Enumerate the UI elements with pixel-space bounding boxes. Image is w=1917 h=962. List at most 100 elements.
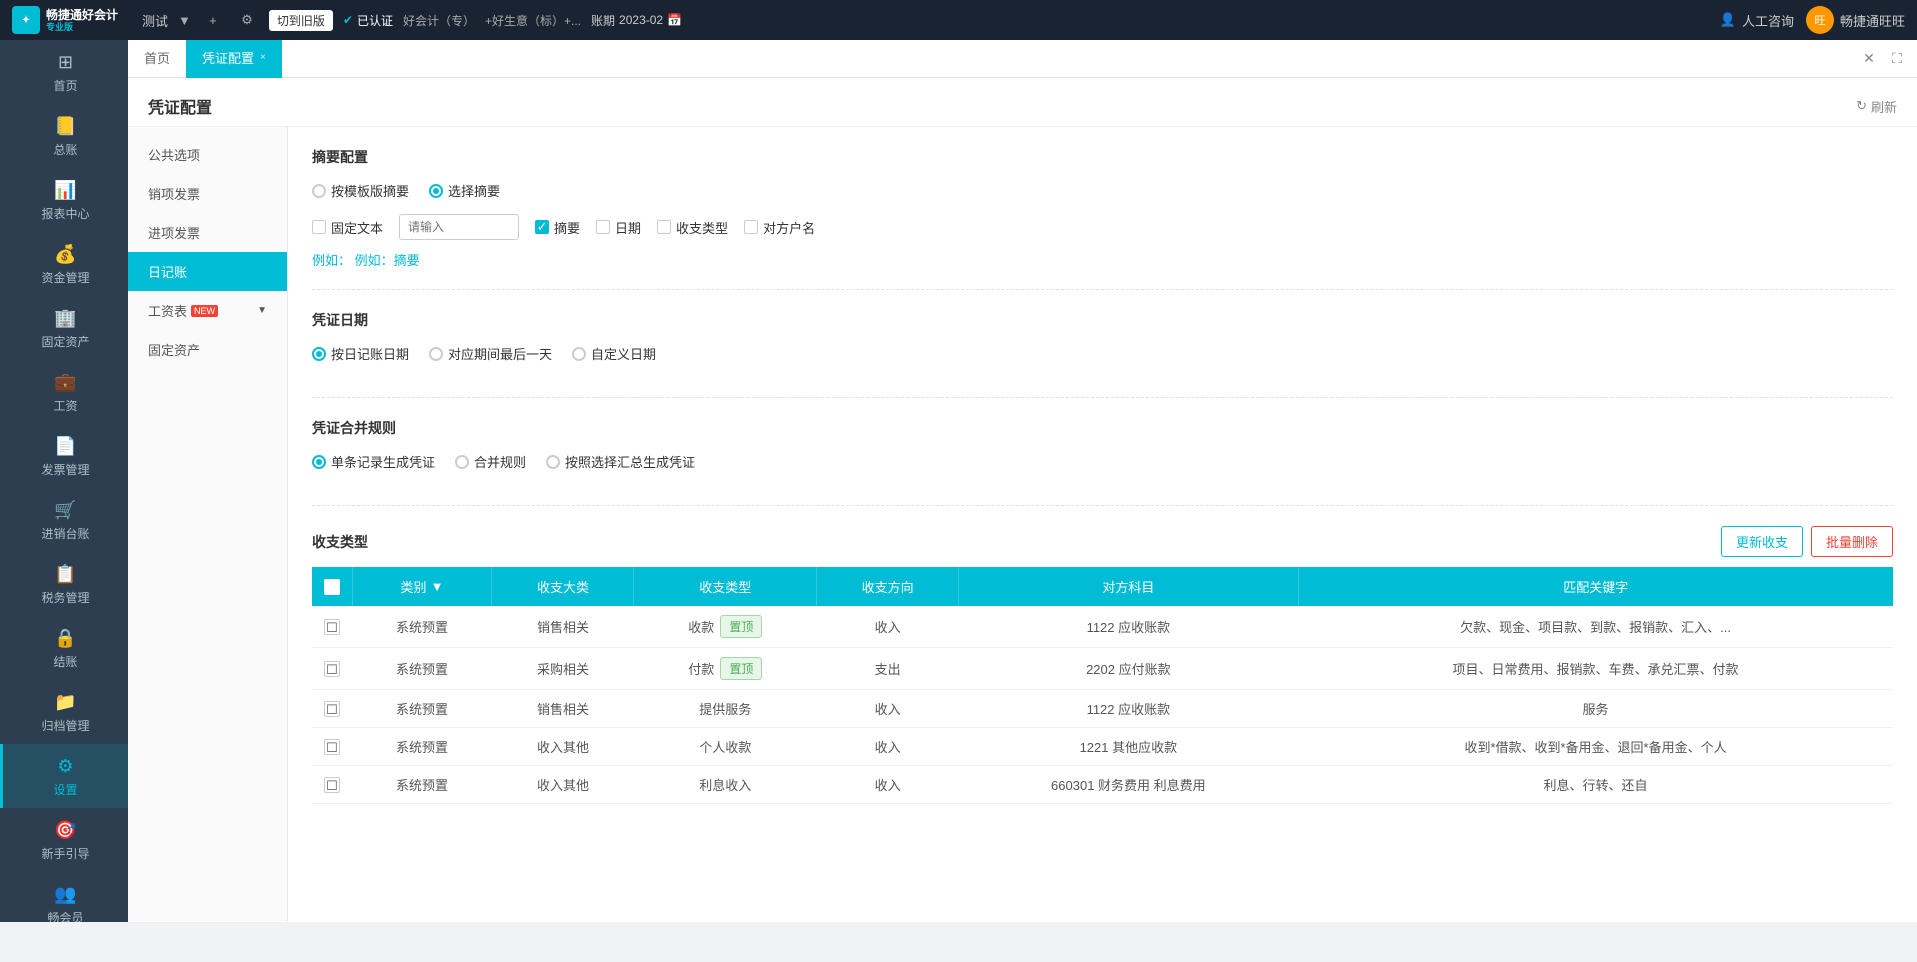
left-nav-public[interactable]: 公共选项: [128, 135, 287, 174]
radio-summary-total[interactable]: 按照选择汇总生成凭证: [546, 452, 695, 471]
row-checkbox-5[interactable]: ☐: [324, 777, 340, 793]
tab-home[interactable]: 首页: [128, 40, 186, 78]
th-category: 类别 ▼: [352, 567, 492, 606]
radio-select[interactable]: 选择摘要: [429, 181, 500, 200]
tab-bar-actions: ✕ ⛶: [1857, 47, 1917, 71]
checkbox-payment-type-box: [657, 220, 671, 234]
td-checkbox-4: ☐: [312, 728, 352, 766]
checkbox-date[interactable]: 日期: [596, 218, 641, 237]
batch-delete-button[interactable]: 批量删除: [1811, 526, 1893, 557]
top-tag-1[interactable]: 置顶: [720, 615, 762, 638]
refresh-button[interactable]: ↻ 刷新: [1856, 97, 1897, 116]
top-bar-right: 👤 人工咨询 旺 畅捷通旺旺: [1720, 6, 1905, 34]
checkbox-counterpart[interactable]: 对方户名: [744, 218, 815, 237]
page-content: 凭证配置 ↻ 刷新 公共选项 销项发票 进项发票 日记账: [128, 78, 1917, 922]
company-dropdown[interactable]: ▼: [178, 13, 191, 28]
right-content: 摘要配置 按模板版摘要 选择摘要: [288, 127, 1917, 921]
tab-expand-button[interactable]: ⛶: [1885, 47, 1909, 71]
summary-radio-group: 按模板版摘要 选择摘要: [312, 181, 1893, 200]
header-checkbox[interactable]: ☐: [324, 579, 340, 595]
sidebar-item-reports[interactable]: 📊 报表中心: [0, 168, 128, 232]
sidebar-item-funds[interactable]: 💰 资金管理: [0, 232, 128, 296]
sidebar-item-ledger[interactable]: 📒 总账: [0, 104, 128, 168]
sidebar-item-invoices[interactable]: 📄 发票管理: [0, 424, 128, 488]
tab-voucher-config[interactable]: 凭证配置 ×: [186, 40, 282, 78]
certified-icon: ✔: [343, 13, 353, 27]
sidebar-item-archive[interactable]: 📁 归档管理: [0, 680, 128, 744]
sidebar-item-closing[interactable]: 🔒 结账: [0, 616, 128, 680]
left-nav-fixed-assets[interactable]: 固定资产: [128, 330, 287, 369]
checkbox-payment-type[interactable]: 收支类型: [657, 218, 728, 237]
home-tab-label: 首页: [144, 48, 170, 67]
company-name: 测试: [142, 11, 168, 30]
td-major-3: 销售相关: [492, 690, 634, 728]
sidebar-item-salary[interactable]: 💼 工资: [0, 360, 128, 424]
radio-summary-total-circle: [546, 455, 560, 469]
radio-custom-date[interactable]: 自定义日期: [572, 344, 656, 363]
left-nav-payroll[interactable]: 工资表 NEW ▼: [128, 291, 287, 330]
add-button[interactable]: +: [201, 8, 225, 32]
sidebar-item-tax[interactable]: 📋 税务管理: [0, 552, 128, 616]
checkbox-summary[interactable]: ✓ 摘要: [535, 218, 580, 237]
sidebar-item-member[interactable]: 👥 畅会员: [0, 872, 128, 922]
radio-journal-date-circle: [312, 347, 326, 361]
radio-template[interactable]: 按模板版摘要: [312, 181, 409, 200]
sidebar-item-purchases[interactable]: 🛒 进销台账: [0, 488, 128, 552]
accounting-tag: 好会计（专）: [403, 12, 475, 29]
td-major-5: 收入其他: [492, 766, 634, 804]
td-category-3: 系统预置: [352, 690, 492, 728]
tab-close-all-button[interactable]: ✕: [1857, 47, 1881, 71]
td-subject-5: 660301 财务费用 利息费用: [959, 766, 1298, 804]
td-category-2: 系统预置: [352, 648, 492, 690]
left-nav-journal[interactable]: 日记账: [128, 252, 287, 291]
sidebar-item-home[interactable]: ⊞ 首页: [0, 40, 128, 104]
td-major-2: 采购相关: [492, 648, 634, 690]
service-button[interactable]: 👤 人工咨询: [1720, 11, 1794, 30]
checkbox-fixed-text[interactable]: 固定文本: [312, 218, 383, 237]
assets-icon: 🏢: [54, 308, 76, 329]
fixed-text-input[interactable]: [399, 214, 519, 240]
table-row: ☐ 系统预置 采购相关 付款 置顶 支出 220: [312, 648, 1893, 690]
radio-period-last[interactable]: 对应期间最后一天: [429, 344, 552, 363]
settings-button[interactable]: ⚙: [235, 8, 259, 32]
user-menu[interactable]: 旺 畅捷通旺旺: [1806, 6, 1905, 34]
td-category-4: 系统预置: [352, 728, 492, 766]
radio-merge[interactable]: 合并规则: [455, 452, 526, 471]
td-type-5: 利息收入: [634, 766, 817, 804]
left-nav-purchase-invoice[interactable]: 进项发票: [128, 213, 287, 252]
sidebar: ⊞ 首页 📒 总账 📊 报表中心 💰 资金管理 🏢 固定资产 💼 工资 📄 发票…: [0, 40, 128, 922]
income-expense-table: ☐ 类别 ▼ 收支大类 收支类型 收支方向: [312, 567, 1893, 804]
payroll-dropdown-icon: ▼: [257, 305, 267, 316]
update-income-expense-button[interactable]: 更新收支: [1721, 526, 1803, 557]
td-type-1: 收款 置顶: [634, 606, 817, 648]
th-subject: 对方科目: [959, 567, 1298, 606]
radio-template-circle: [312, 184, 326, 198]
page-header: 凭证配置 ↻ 刷新: [128, 78, 1917, 127]
radio-custom-date-circle: [572, 347, 586, 361]
switch-version-button[interactable]: 切到旧版: [269, 10, 333, 31]
radio-single[interactable]: 单条记录生成凭证: [312, 452, 435, 471]
tab-close-button[interactable]: ×: [260, 52, 266, 63]
left-nav: 公共选项 销项发票 进项发票 日记账 工资表 NEW ▼: [128, 127, 288, 921]
left-nav-sales-invoice[interactable]: 销项发票: [128, 174, 287, 213]
sidebar-item-guide[interactable]: 🎯 新手引导: [0, 808, 128, 872]
row-checkbox-2[interactable]: ☐: [324, 661, 340, 677]
app-logo: ✦ 畅捷通好会计 专业版: [12, 6, 132, 34]
refresh-icon: ↻: [1856, 98, 1867, 114]
voucher-date-radio-group: 按日记账日期 对应期间最后一天 自定义日期: [312, 344, 1893, 363]
top-tag-2[interactable]: 置顶: [720, 657, 762, 680]
purchases-icon: 🛒: [54, 500, 76, 521]
radio-journal-date[interactable]: 按日记账日期: [312, 344, 409, 363]
row-checkbox-1[interactable]: ☐: [324, 619, 340, 635]
radio-select-circle: [429, 184, 443, 198]
business-tag: +好生意（标）+...: [485, 12, 581, 29]
checkbox-summary-box: ✓: [535, 220, 549, 234]
checkbox-counterpart-box: [744, 220, 758, 234]
td-keywords-2: 项目、日常费用、报销款、车费、承兑汇票、付款: [1298, 648, 1893, 690]
row-checkbox-4[interactable]: ☐: [324, 739, 340, 755]
sidebar-item-settings[interactable]: ⚙ 设置: [0, 744, 128, 808]
sidebar-item-assets[interactable]: 🏢 固定资产: [0, 296, 128, 360]
funds-icon: 💰: [54, 244, 76, 265]
td-checkbox-3: ☐: [312, 690, 352, 728]
row-checkbox-3[interactable]: ☐: [324, 701, 340, 717]
